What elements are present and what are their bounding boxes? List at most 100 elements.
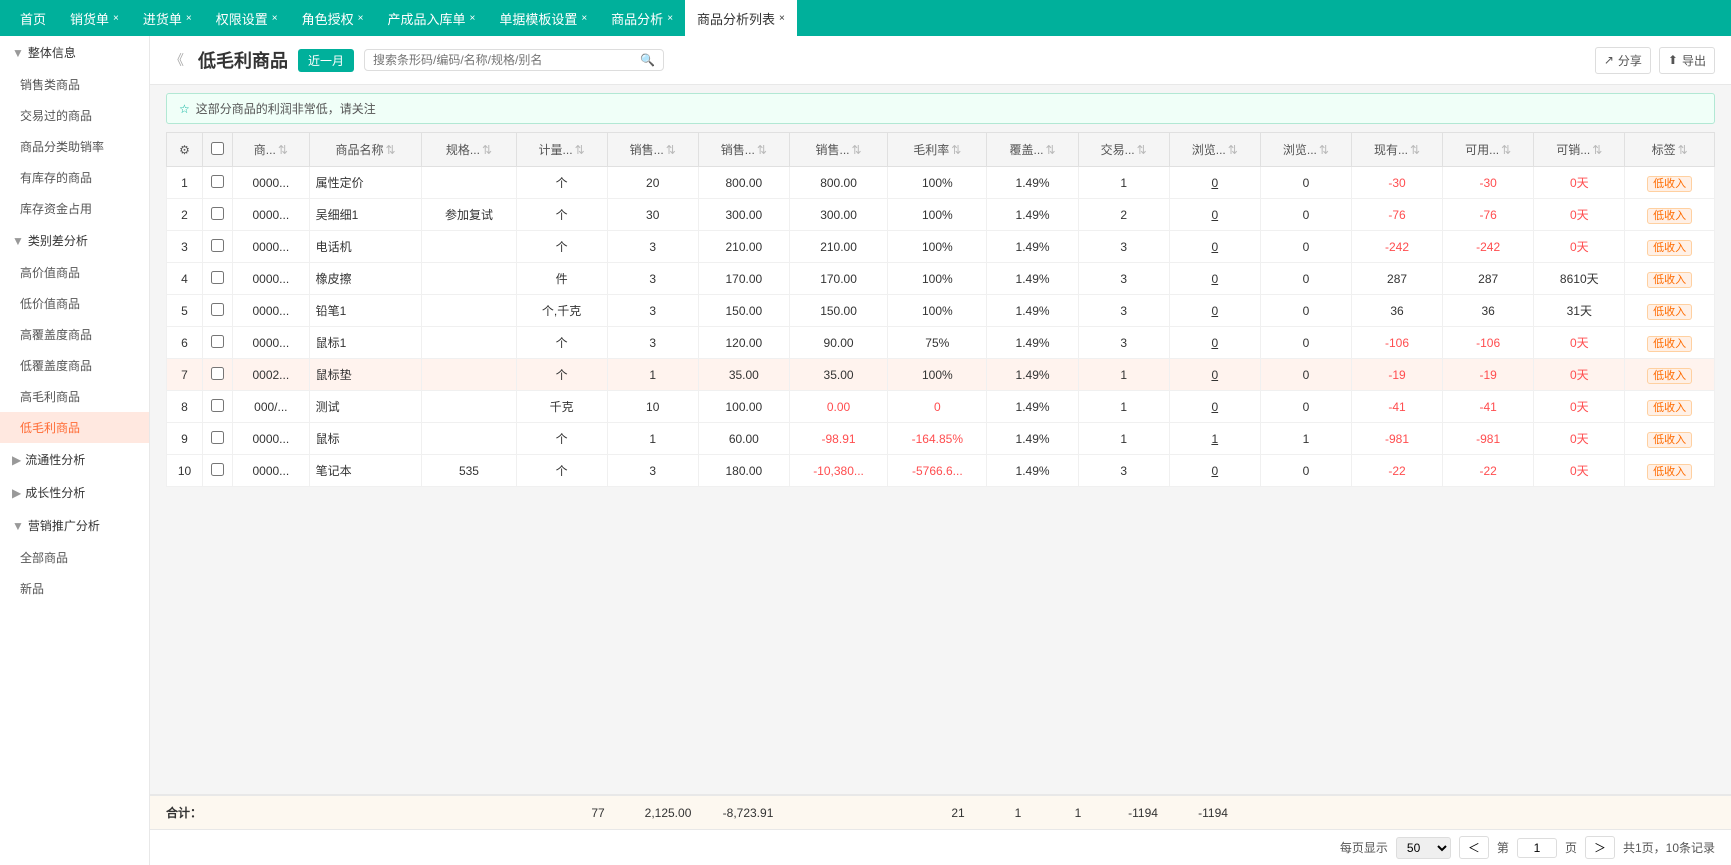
col-gross-margin[interactable]: 毛利率⇅	[888, 133, 987, 167]
prev-page-btn[interactable]: ＜	[1459, 836, 1489, 859]
row-view1[interactable]: 0	[1169, 455, 1260, 487]
col-view2[interactable]: 浏览...⇅	[1260, 133, 1351, 167]
row-name[interactable]: 吴细细1	[309, 199, 422, 231]
col-code[interactable]: 商...⇅	[233, 133, 310, 167]
sidebar-item-sales-goods[interactable]: 销售类商品	[0, 69, 149, 100]
col-name[interactable]: 商品名称⇅	[309, 133, 422, 167]
row-name[interactable]: 属性定价	[309, 167, 422, 199]
col-view1[interactable]: 浏览...⇅	[1169, 133, 1260, 167]
row-name[interactable]: 橡皮擦	[309, 263, 422, 295]
row-checkbox[interactable]	[203, 423, 233, 455]
next-page-btn[interactable]: ＞	[1585, 836, 1615, 859]
sidebar-item-high-margin[interactable]: 高毛利商品	[0, 381, 149, 412]
select-all-checkbox[interactable]	[211, 142, 224, 155]
nav-roles[interactable]: 角色授权 ×	[290, 0, 376, 36]
row-view1[interactable]: 0	[1169, 391, 1260, 423]
search-icon[interactable]: 🔍	[640, 53, 655, 67]
sidebar-collapse-btn[interactable]: 《	[166, 46, 188, 74]
row-coverage: 1.49%	[987, 231, 1078, 263]
row-name[interactable]: 笔记本	[309, 455, 422, 487]
row-name[interactable]: 鼠标1	[309, 327, 422, 359]
nav-permissions-close[interactable]: ×	[272, 13, 278, 24]
row-checkbox[interactable]	[203, 359, 233, 391]
row-name[interactable]: 铅笔1	[309, 295, 422, 327]
row-view1[interactable]: 0	[1169, 167, 1260, 199]
row-name[interactable]: 鼠标垫	[309, 359, 422, 391]
col-settings[interactable]: ⚙	[167, 133, 203, 167]
sidebar-item-low-coverage[interactable]: 低覆盖度商品	[0, 350, 149, 381]
per-page-select[interactable]: 50 20 100	[1396, 837, 1451, 859]
sidebar-item-category-rate[interactable]: 商品分类助销率	[0, 131, 149, 162]
footer-sales-qty: 77	[568, 806, 628, 820]
row-checkbox[interactable]	[203, 167, 233, 199]
sidebar-item-high-coverage[interactable]: 高覆盖度商品	[0, 319, 149, 350]
row-checkbox[interactable]	[203, 455, 233, 487]
col-spec[interactable]: 规格...⇅	[422, 133, 516, 167]
row-sales-qty: 3	[607, 295, 698, 327]
col-sales-amount[interactable]: 销售...⇅	[789, 133, 887, 167]
nav-product-analysis-list[interactable]: 商品分析列表 ×	[685, 0, 797, 36]
row-checkbox[interactable]	[203, 263, 233, 295]
row-view1[interactable]: 0	[1169, 231, 1260, 263]
row-checkbox[interactable]	[203, 327, 233, 359]
nav-permissions[interactable]: 权限设置 ×	[204, 0, 290, 36]
col-sales-qty[interactable]: 销售...⇅	[607, 133, 698, 167]
row-sales-amount: 300.00	[789, 199, 887, 231]
row-sales-price: 170.00	[698, 263, 789, 295]
col-sellable[interactable]: 可销...⇅	[1534, 133, 1625, 167]
date-filter-btn[interactable]: 近一月	[298, 49, 354, 72]
col-coverage[interactable]: 覆盖...⇅	[987, 133, 1078, 167]
nav-roles-close[interactable]: ×	[358, 13, 364, 24]
row-current: -19	[1351, 359, 1442, 391]
nav-purchase[interactable]: 进货单 ×	[131, 0, 204, 36]
sidebar-item-capital[interactable]: 库存资金占用	[0, 193, 149, 224]
search-input[interactable]	[373, 53, 640, 67]
sidebar-item-low-value[interactable]: 低价值商品	[0, 288, 149, 319]
row-checkbox[interactable]	[203, 391, 233, 423]
row-checkbox[interactable]	[203, 231, 233, 263]
nav-product-analysis-list-close[interactable]: ×	[779, 13, 785, 24]
sidebar-group-growth[interactable]: ▶ 成长性分析	[0, 476, 149, 509]
col-current[interactable]: 现有...⇅	[1351, 133, 1442, 167]
sidebar-item-traded-goods[interactable]: 交易过的商品	[0, 100, 149, 131]
sidebar-item-high-value[interactable]: 高价值商品	[0, 257, 149, 288]
sidebar-item-low-margin[interactable]: 低毛利商品	[0, 412, 149, 443]
nav-purchase-close[interactable]: ×	[186, 13, 192, 24]
share-btn[interactable]: ↗ 分享	[1595, 47, 1651, 74]
export-btn[interactable]: ⬆ 导出	[1659, 47, 1715, 74]
row-view1[interactable]: 0	[1169, 199, 1260, 231]
row-view1[interactable]: 1	[1169, 423, 1260, 455]
col-sales-price[interactable]: 销售...⇅	[698, 133, 789, 167]
row-view1[interactable]: 0	[1169, 295, 1260, 327]
page-input[interactable]	[1517, 838, 1557, 858]
sidebar-item-new-goods[interactable]: 新品	[0, 573, 149, 604]
sidebar-item-stock-goods[interactable]: 有库存的商品	[0, 162, 149, 193]
row-name[interactable]: 测试	[309, 391, 422, 423]
nav-template-close[interactable]: ×	[581, 13, 587, 24]
row-checkbox[interactable]	[203, 295, 233, 327]
sidebar-item-all-goods[interactable]: 全部商品	[0, 542, 149, 573]
sidebar-group-marketing[interactable]: ▼ 营销推广分析	[0, 509, 149, 542]
col-unit[interactable]: 计量...⇅	[516, 133, 607, 167]
col-checkbox[interactable]	[203, 133, 233, 167]
nav-product-entry-close[interactable]: ×	[469, 13, 475, 24]
nav-sales-close[interactable]: ×	[113, 13, 119, 24]
sidebar-group-liquidity[interactable]: ▶ 流通性分析	[0, 443, 149, 476]
col-trade[interactable]: 交易...⇅	[1078, 133, 1169, 167]
nav-sales[interactable]: 销货单 ×	[58, 0, 131, 36]
row-view1[interactable]: 0	[1169, 327, 1260, 359]
col-available[interactable]: 可用...⇅	[1443, 133, 1534, 167]
row-view1[interactable]: 0	[1169, 359, 1260, 391]
col-tag[interactable]: 标签⇅	[1625, 133, 1715, 167]
row-name[interactable]: 电话机	[309, 231, 422, 263]
nav-product-analysis[interactable]: 商品分析 ×	[599, 0, 685, 36]
nav-home[interactable]: 首页	[8, 0, 58, 36]
row-view1[interactable]: 0	[1169, 263, 1260, 295]
row-name[interactable]: 鼠标	[309, 423, 422, 455]
row-checkbox[interactable]	[203, 199, 233, 231]
sidebar-group-overall[interactable]: ▼ 整体信息	[0, 36, 149, 69]
nav-product-entry[interactable]: 产成品入库单 ×	[375, 0, 487, 36]
nav-template[interactable]: 单据模板设置 ×	[487, 0, 599, 36]
sidebar-group-category[interactable]: ▼ 类别差分析	[0, 224, 149, 257]
nav-product-analysis-close[interactable]: ×	[667, 13, 673, 24]
